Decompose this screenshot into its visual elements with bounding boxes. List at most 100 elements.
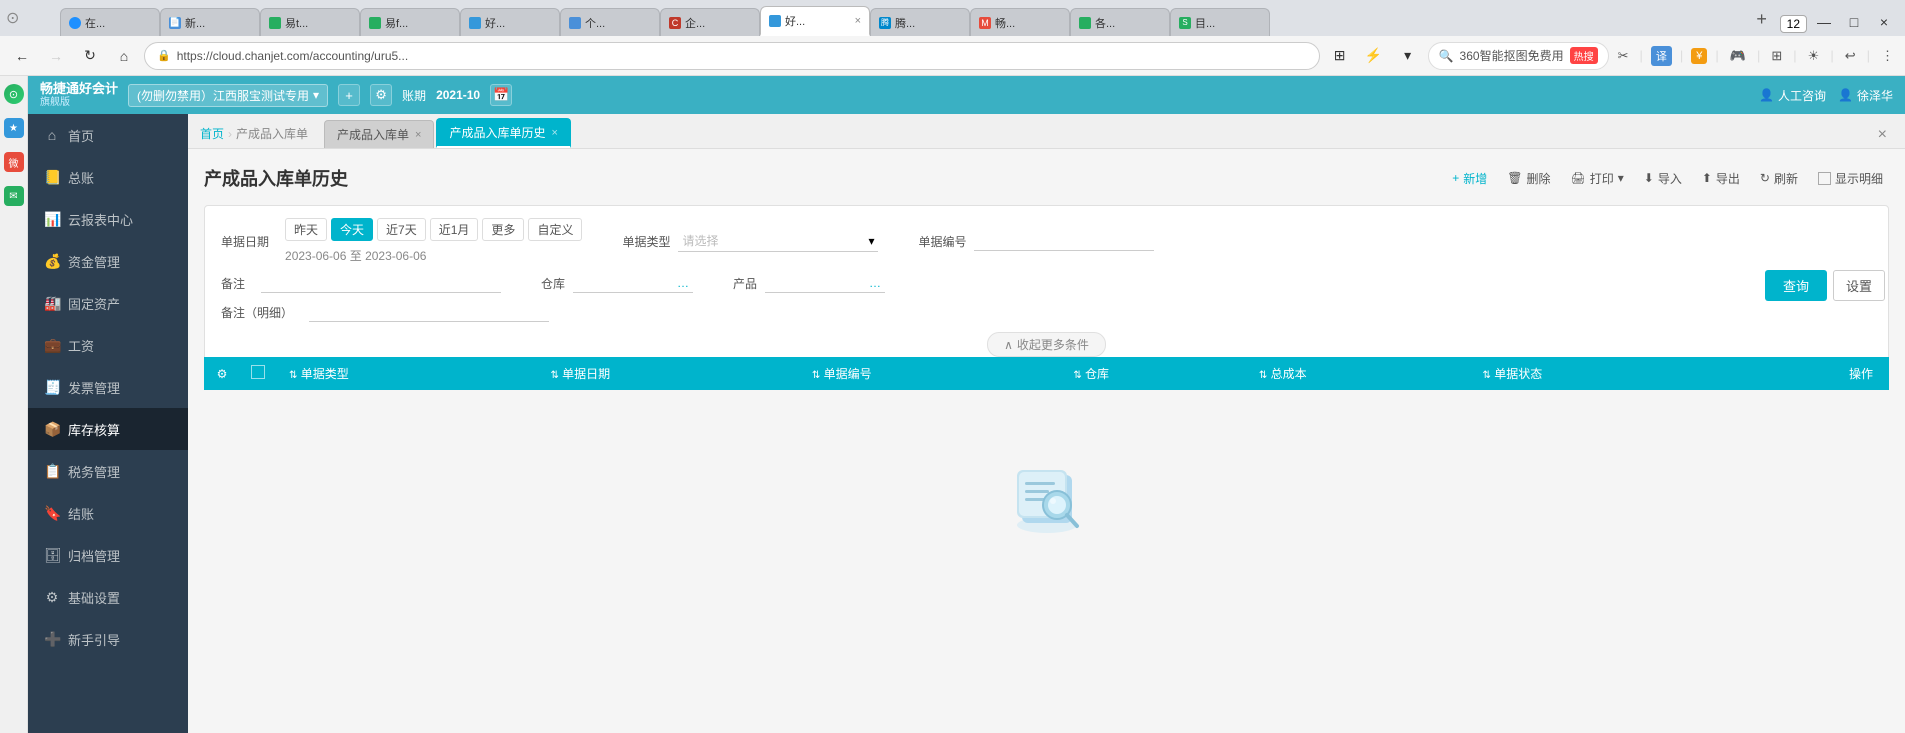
sidebar-item-invoice[interactable]: 🧾 发票管理 [28, 366, 188, 408]
translate-icon[interactable]: 译 [1651, 46, 1672, 66]
sidebar-item-tax[interactable]: 📋 税务管理 [28, 450, 188, 492]
yen-icon[interactable]: ¥ [1691, 48, 1707, 64]
date-more-btn[interactable]: 更多 [482, 218, 524, 241]
select-all-checkbox[interactable] [251, 365, 265, 379]
date-7days-btn[interactable]: 近7天 [377, 218, 426, 241]
sidebar-item-ledger[interactable]: 📒 总账 [28, 156, 188, 198]
nav-back-button[interactable]: ← [8, 42, 36, 70]
app-icon-3[interactable]: 微 [4, 152, 24, 172]
minimize-button[interactable]: — [1811, 11, 1837, 33]
period-calendar-button[interactable]: 📅 [490, 84, 512, 106]
refresh-button[interactable]: ↻ 刷新 [1754, 167, 1804, 190]
page-tab-list-close[interactable]: × [415, 129, 421, 141]
user-name-button[interactable]: 👤 徐泽华 [1838, 87, 1893, 104]
note-detail-input[interactable] [309, 303, 549, 322]
separator7: | [1867, 48, 1870, 63]
delete-button[interactable]: 🗑 删除 [1501, 167, 1556, 190]
export-button[interactable]: ⬆ 导出 [1696, 167, 1746, 190]
add-company-button[interactable]: + [338, 84, 360, 106]
sidebar-label-tax: 税务管理 [68, 462, 120, 481]
nav-forward-button[interactable]: → [42, 42, 70, 70]
page-tab-bill-list[interactable]: 产成品入库单 × [324, 120, 434, 148]
tab-yit1[interactable]: 易t... [260, 8, 360, 36]
date-yesterday-btn[interactable]: 昨天 [285, 218, 327, 241]
sidebar-item-salary[interactable]: 💼 工资 [28, 324, 188, 366]
tab-mu[interactable]: S 目... [1170, 8, 1270, 36]
lightning-button[interactable]: ⚡ [1360, 42, 1388, 70]
game-icon[interactable]: 🎮 [1727, 48, 1749, 64]
date-range-display: 2023-06-06 至 2023-06-06 [285, 247, 582, 264]
date-today-btn[interactable]: 今天 [331, 218, 373, 241]
search-bar[interactable]: 🔍 360智能抠图免费用 热搜 [1428, 42, 1609, 70]
tab-ge[interactable]: 个... [560, 8, 660, 36]
new-record-button[interactable]: + 新增 [1446, 167, 1493, 190]
sidebar-item-archive[interactable]: 🗄 归档管理 [28, 534, 188, 576]
layout-icon[interactable]: ⊞ [1768, 48, 1785, 64]
bill-type-select[interactable]: 请选择 ▾ [678, 230, 878, 252]
page-tab-history-close[interactable]: × [552, 127, 558, 139]
sort-bill-status-icon: ⇅ [1482, 370, 1490, 381]
company-selector[interactable]: (勿删勿禁用）江西服宝测试专用 ▾ [128, 84, 328, 107]
company-settings-button[interactable]: ⚙ [370, 84, 392, 106]
print-button[interactable]: 🖨 打印 ▾ [1564, 167, 1629, 190]
period-value: 2021-10 [436, 88, 480, 102]
col-checkbox[interactable] [240, 357, 276, 390]
filter-settings-button[interactable]: 设置 [1833, 270, 1885, 301]
checkbox-display[interactable] [1818, 172, 1831, 185]
tab-ge2[interactable]: 各... [1070, 8, 1170, 36]
undo-icon[interactable]: ↩ [1842, 48, 1859, 64]
scissors-icon[interactable]: ✂ [1615, 48, 1632, 64]
page-tab-list: 产成品入库单 × 产成品入库单历史 × [324, 118, 571, 148]
sidebar-item-checkout[interactable]: 🔖 结账 [28, 492, 188, 534]
sidebar-item-fixed-assets[interactable]: 🏭 固定资产 [28, 282, 188, 324]
tab-hao1[interactable]: 好... [460, 8, 560, 36]
col-warehouse[interactable]: ⇅ 仓库 [1060, 357, 1246, 390]
col-total-cost[interactable]: ⇅ 总成本 [1246, 357, 1470, 390]
tab-hao2-active[interactable]: 好... × [760, 6, 870, 36]
nav-home-button[interactable]: ⌂ [110, 42, 138, 70]
collapse-filter-button[interactable]: ∧ 收起更多条件 [987, 332, 1106, 357]
dropdown-button[interactable]: ▾ [1394, 42, 1422, 70]
close-panel-button[interactable]: × [1872, 126, 1893, 143]
tab-yif[interactable]: 易f... [360, 8, 460, 36]
tab-close-active[interactable]: × [855, 15, 861, 27]
nav-refresh-button[interactable]: ↻ [76, 42, 104, 70]
page-tab-bill-history[interactable]: 产成品入库单历史 × [436, 118, 570, 148]
maximize-button[interactable]: □ [1841, 11, 1867, 33]
tab-chang[interactable]: M 畅... [970, 8, 1070, 36]
tab-zaihao[interactable]: 在... [60, 8, 160, 36]
sun-icon[interactable]: ☀ [1805, 48, 1823, 64]
tab-new[interactable]: 📄 新... [160, 8, 260, 36]
tab-count-badge[interactable]: 12 [1780, 15, 1807, 33]
date-custom-btn[interactable]: 自定义 [528, 218, 582, 241]
app-icon-2[interactable]: ★ [4, 118, 24, 138]
sidebar-item-fund[interactable]: 💰 资金管理 [28, 240, 188, 282]
col-bill-status[interactable]: ⇅ 单据状态 [1469, 357, 1730, 390]
sidebar-item-reports[interactable]: 📊 云报表中心 [28, 198, 188, 240]
sidebar-item-newbill[interactable]: ➕ 新手引导 [28, 618, 188, 660]
close-browser-button[interactable]: × [1871, 11, 1897, 33]
col-bill-number[interactable]: ⇅ 单据编号 [799, 357, 1060, 390]
col-bill-type[interactable]: ⇅ 单据类型 [276, 357, 537, 390]
tab-qi[interactable]: C 企... [660, 8, 760, 36]
breadcrumb-home[interactable]: 首页 [200, 125, 224, 142]
app-icon-4[interactable]: ✉ [4, 186, 24, 206]
date-1month-btn[interactable]: 近1月 [430, 218, 479, 241]
app-icon-1[interactable]: ⊙ [4, 84, 24, 104]
sidebar-label-inventory: 库存核算 [68, 420, 120, 439]
address-bar[interactable]: 🔒 https://cloud.chanjet.com/accounting/u… [144, 42, 1320, 70]
col-bill-date[interactable]: ⇅ 单据日期 [537, 357, 798, 390]
sidebar-item-home[interactable]: ⌂ 首页 [28, 114, 188, 156]
sidebar-label-home: 首页 [68, 126, 94, 145]
search-button[interactable]: 查询 [1765, 270, 1827, 301]
new-tab-button[interactable]: + [1748, 5, 1776, 33]
col-gear[interactable]: ⚙ [204, 357, 240, 390]
bill-number-input[interactable] [974, 232, 1154, 251]
sidebar-item-settings[interactable]: ⚙ 基础设置 [28, 576, 188, 618]
extensions-button[interactable]: ⊞ [1326, 42, 1354, 70]
import-button[interactable]: ⬇ 导入 [1638, 167, 1688, 190]
more-icon[interactable]: ⋮ [1878, 48, 1897, 64]
tab-teng[interactable]: 腾 腾... [870, 8, 970, 36]
sidebar-item-inventory[interactable]: 📦 库存核算 [28, 408, 188, 450]
user-service-button[interactable]: 👤 人工咨询 [1759, 87, 1826, 104]
